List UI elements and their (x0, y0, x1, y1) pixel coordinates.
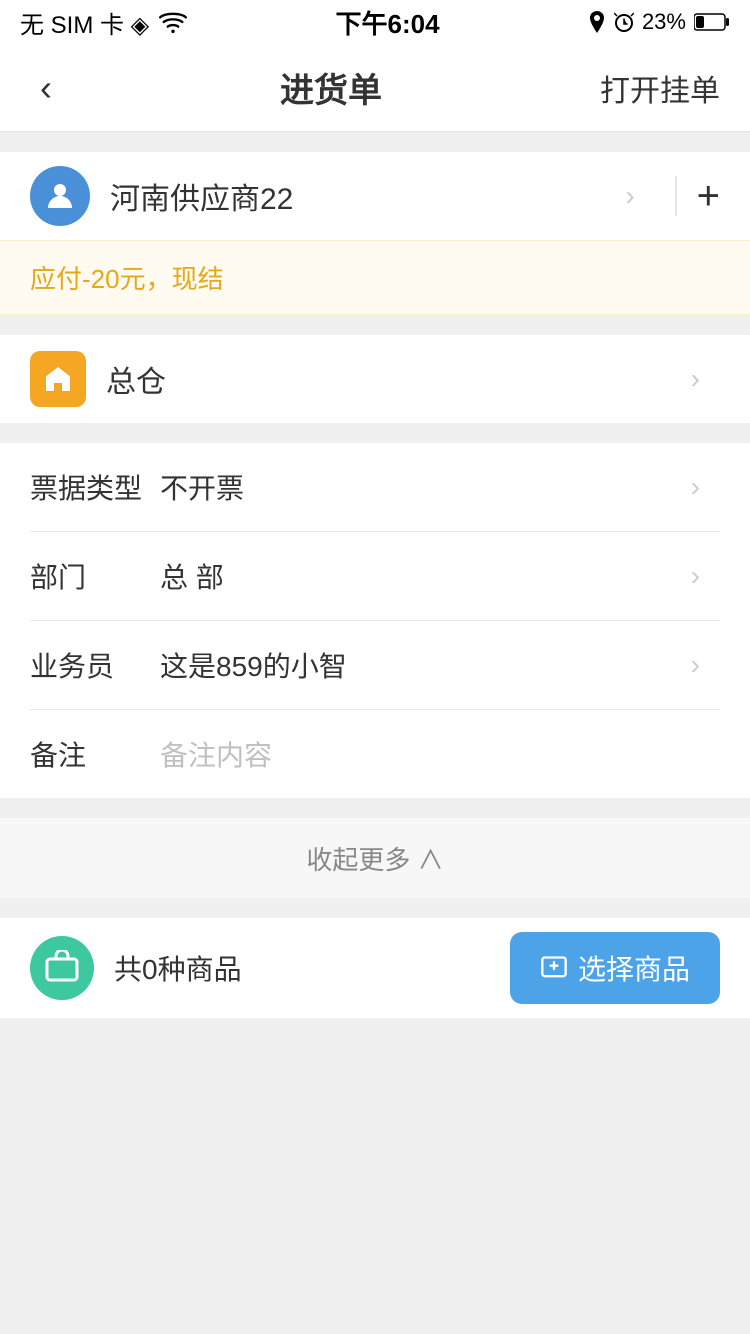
page-title: 进货单 (280, 63, 382, 112)
add-supplier-button[interactable]: + (697, 174, 720, 219)
nav-bar: ‹ 进货单 打开挂单 (0, 44, 750, 132)
product-bar: 共0种商品 选择商品 (0, 918, 750, 1018)
gap-2 (0, 315, 750, 335)
top-gap (0, 132, 750, 152)
gap-5 (0, 898, 750, 918)
battery-icon (694, 12, 730, 32)
open-pending-button[interactable]: 打开挂单 (600, 66, 720, 110)
warehouse-svg-icon (42, 363, 74, 395)
select-product-icon (540, 954, 568, 982)
remark-input[interactable]: 备注内容 (160, 734, 720, 774)
invoice-row[interactable]: 票据类型 不开票 › (0, 443, 750, 531)
page-background (0, 1018, 750, 1318)
supplier-chevron-icon: › (625, 180, 634, 212)
warehouse-name: 总仓 (106, 357, 691, 401)
supplier-avatar (30, 166, 90, 226)
supplier-name: 河南供应商22 (110, 174, 625, 218)
form-section: 票据类型 不开票 › 部门 总 部 › 业务员 这是859的小智 › 备注 备注… (0, 443, 750, 798)
select-product-button[interactable]: 选择商品 (510, 932, 720, 1004)
gap-4 (0, 798, 750, 818)
dept-label: 部门 (30, 556, 160, 596)
gap-3 (0, 423, 750, 443)
warehouse-chevron-icon: › (691, 363, 700, 395)
dept-chevron-icon: › (691, 560, 700, 592)
invoice-chevron-icon: › (691, 471, 700, 503)
person-icon (42, 178, 78, 214)
sales-value: 这是859的小智 (160, 645, 691, 685)
product-icon-container (30, 936, 94, 1000)
invoice-label: 票据类型 (30, 467, 160, 507)
product-count: 共0种商品 (114, 948, 490, 988)
wifi-icon (159, 11, 187, 33)
status-bar: 无 SIM 卡 ◈ 下午6:04 23% (0, 0, 750, 44)
battery-text: 23% (642, 9, 686, 35)
notice-bar: 应付-20元，现结 (0, 240, 750, 315)
supplier-row[interactable]: 河南供应商22 › + (0, 152, 750, 240)
warehouse-icon-container (30, 351, 86, 407)
dept-row[interactable]: 部门 总 部 › (0, 532, 750, 620)
warehouse-row[interactable]: 总仓 › (0, 335, 750, 423)
sales-chevron-icon: › (691, 649, 700, 681)
status-time: 下午6:04 (336, 4, 440, 41)
back-button[interactable]: ‹ (30, 57, 62, 119)
notice-text: 应付-20元，现结 (30, 264, 224, 294)
dept-value: 总 部 (160, 556, 691, 596)
collapse-bar[interactable]: 收起更多 ∧ (0, 818, 750, 898)
status-left: 无 SIM 卡 ◈ (20, 5, 187, 40)
location-icon (588, 11, 606, 33)
invoice-value: 不开票 (160, 467, 691, 507)
select-btn-label: 选择商品 (578, 948, 690, 988)
sales-label: 业务员 (30, 645, 160, 685)
signal-text: 无 SIM 卡 ◈ (20, 5, 149, 40)
sales-row[interactable]: 业务员 这是859的小智 › (0, 621, 750, 709)
supplier-divider (675, 176, 677, 216)
status-right: 23% (588, 9, 730, 35)
remark-row[interactable]: 备注 备注内容 (0, 710, 750, 798)
alarm-icon (614, 11, 634, 33)
cart-icon (44, 950, 80, 986)
collapse-text: 收起更多 ∧ (306, 840, 443, 877)
remark-label: 备注 (30, 734, 160, 774)
